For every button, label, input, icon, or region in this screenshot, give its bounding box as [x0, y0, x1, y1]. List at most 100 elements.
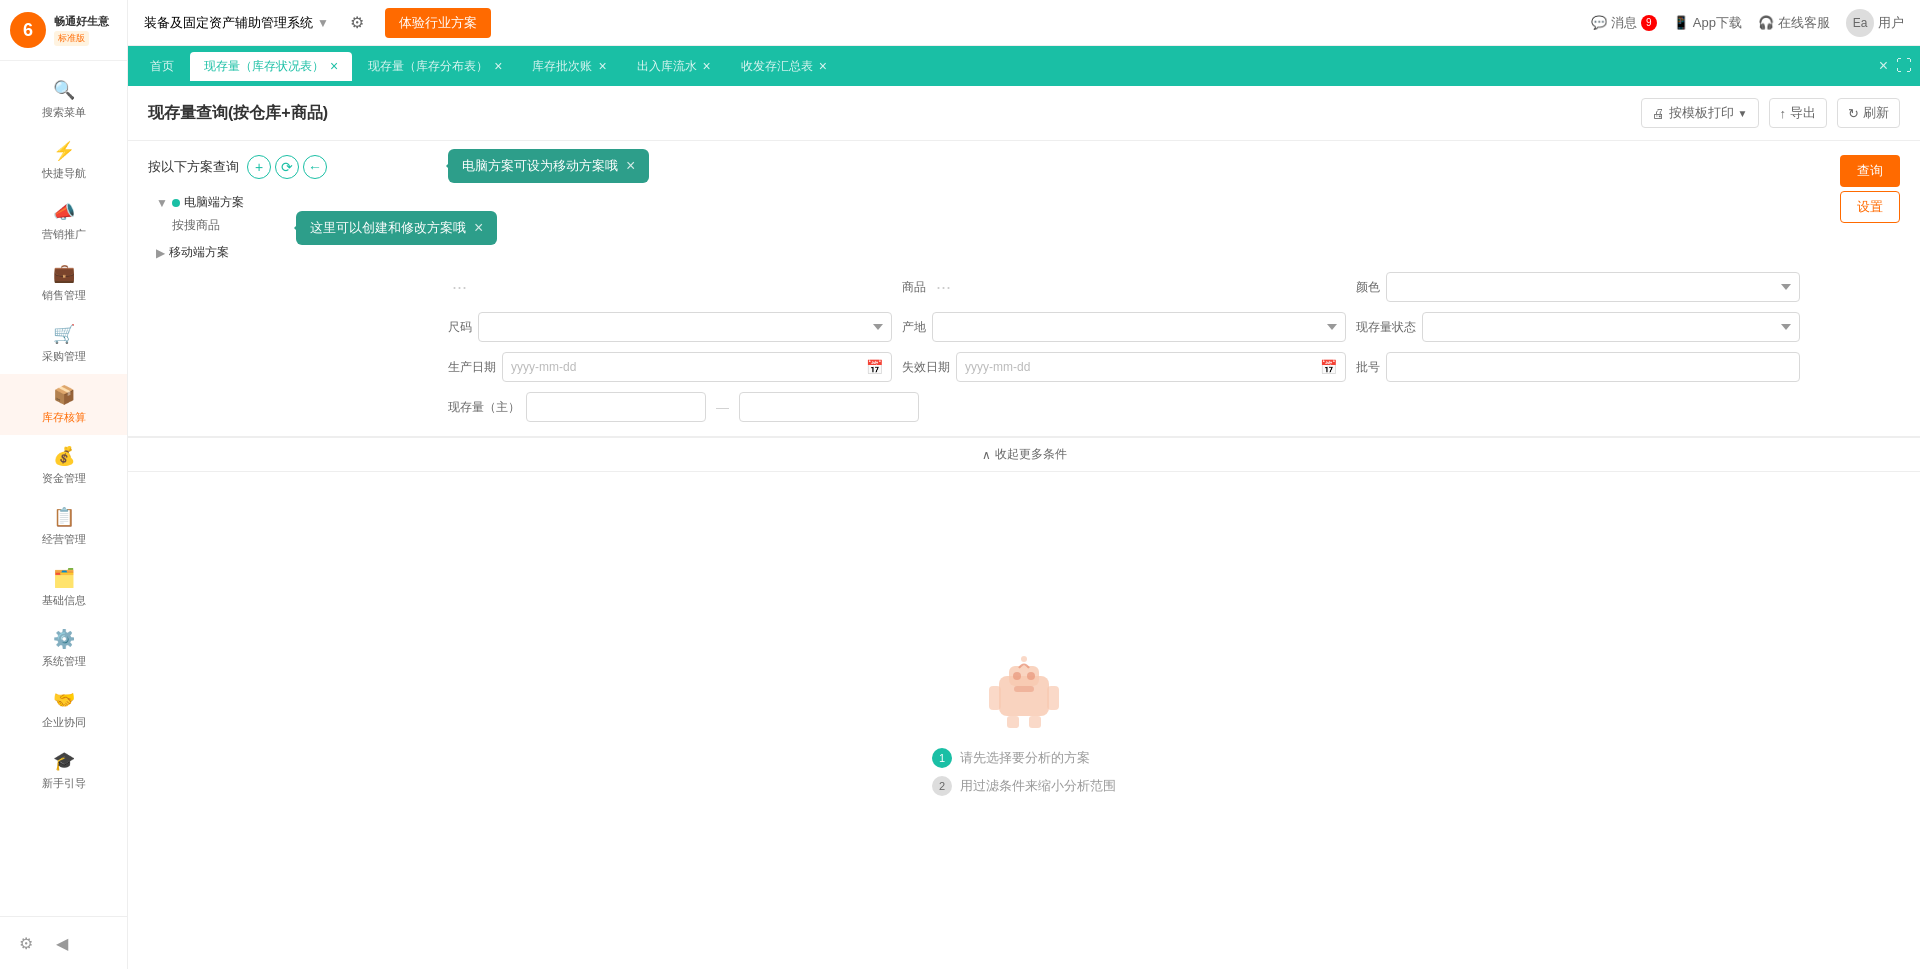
- search-button[interactable]: 查询: [1840, 155, 1900, 187]
- sidebar-collapse-btn[interactable]: ◀: [48, 929, 76, 957]
- refresh-scheme-btn[interactable]: ⟳: [275, 155, 299, 179]
- scheme-tooltip-close[interactable]: ×: [626, 157, 635, 175]
- sidebar-item-system[interactable]: ⚙️ 系统管理: [0, 618, 127, 679]
- refresh-btn[interactable]: ↻ 刷新: [1837, 98, 1900, 128]
- message-btn[interactable]: 💬 消息 9: [1591, 14, 1657, 32]
- tabbar: 首页 现存量（库存状况表） × 现存量（库存分布表） × 库存批次账 × 出入库…: [128, 46, 1920, 86]
- sidebar-item-marketing[interactable]: 📣 营销推广: [0, 191, 127, 252]
- sidebar-item-label: 营销推广: [42, 227, 86, 242]
- tab-close-all-icon[interactable]: ×: [1879, 57, 1888, 75]
- tab-close-icon[interactable]: ×: [494, 58, 502, 74]
- sidebar-item-label: 企业协同: [42, 715, 86, 730]
- topbar: 装备及固定资产辅助管理系统 ▼ ⚙ 体验行业方案 💬 消息 9 📱 App下载 …: [128, 0, 1920, 46]
- tab-home[interactable]: 首页: [136, 52, 188, 81]
- sidebar-item-company[interactable]: 🤝 企业协同: [0, 679, 127, 740]
- filter-row-4: 现存量（主） —: [448, 392, 1800, 422]
- tab-expand-icon[interactable]: ⛶: [1896, 57, 1912, 75]
- phone-icon: 📱: [1673, 15, 1689, 30]
- sidebar-item-label: 资金管理: [42, 471, 86, 486]
- app-download-btn[interactable]: 📱 App下载: [1673, 14, 1742, 32]
- sidebar-item-basic[interactable]: 🗂️ 基础信息: [0, 557, 127, 618]
- money-icon: 💰: [53, 445, 75, 467]
- setting-button[interactable]: 设置: [1840, 191, 1900, 223]
- color-select[interactable]: [1386, 272, 1800, 302]
- tab-receivesend[interactable]: 收发存汇总表 ×: [727, 52, 841, 81]
- message-label: 消息: [1611, 14, 1637, 32]
- sidebar-item-operations[interactable]: 📋 经营管理: [0, 496, 127, 557]
- user-btn[interactable]: Ea 用户: [1846, 9, 1904, 37]
- folder-icon: 🗂️: [53, 567, 75, 589]
- clipboard-icon: 📋: [53, 506, 75, 528]
- expdate-start-input[interactable]: yyyy-mm-dd 📅: [956, 352, 1346, 382]
- scheme-tooltip-text: 电脑方案可设为移动方案哦: [462, 157, 618, 175]
- filter-field-origin: 产地: [902, 312, 1346, 342]
- settings-button[interactable]: ⚙: [341, 7, 373, 39]
- system-selector[interactable]: 装备及固定资产辅助管理系统 ▼: [144, 14, 329, 32]
- scheme-tooltip: 电脑方案可设为移动方案哦 ×: [448, 149, 649, 183]
- tab-inventory-status-label: 现存量（库存状况表）: [204, 58, 324, 75]
- edit-tooltip-close[interactable]: ×: [474, 219, 483, 237]
- logo-icon: 6: [10, 12, 46, 48]
- print-btn[interactable]: 🖨 按模板打印 ▼: [1641, 98, 1759, 128]
- user-label: 用户: [1878, 14, 1904, 32]
- filter-row-3: 生产日期 yyyy-mm-dd 📅 失效日期 yyyy-mm-dd 📅: [448, 352, 1800, 382]
- tab-batch[interactable]: 库存批次账 ×: [518, 52, 620, 81]
- tab-inventory-dist[interactable]: 现存量（库存分布表） ×: [354, 52, 516, 81]
- sidebar-item-finance[interactable]: 💰 资金管理: [0, 435, 127, 496]
- tab-inout-label: 出入库流水: [637, 58, 697, 75]
- inventory-min-input[interactable]: [526, 392, 706, 422]
- handshake-icon: 🤝: [53, 689, 75, 711]
- filter-field-goods: 商品 ···: [902, 277, 1346, 298]
- inventory-max-input[interactable]: [739, 392, 919, 422]
- tree-expand-icon: ▶: [156, 246, 165, 260]
- sidebar-item-label: 基础信息: [42, 593, 86, 608]
- origin-select[interactable]: [932, 312, 1346, 342]
- status-select[interactable]: [1422, 312, 1800, 342]
- edit-tooltip-arrow: [288, 222, 300, 234]
- collapse-btn[interactable]: ∧ 收起更多条件: [982, 446, 1067, 463]
- sidebar-menu: 🔍 搜索菜单 ⚡ 快捷导航 📣 营销推广 💼 销售管理 🛒 采购管理 📦 库存核…: [0, 61, 127, 916]
- filter-row-2: 尺码 产地 现存量状态: [448, 312, 1800, 342]
- sidebar-item-label: 库存核算: [42, 410, 86, 425]
- tab-close-icon[interactable]: ×: [598, 58, 606, 74]
- experience-btn[interactable]: 体验行业方案: [385, 8, 491, 38]
- step2-num: 2: [932, 776, 952, 796]
- sidebar-item-inventory[interactable]: 📦 库存核算: [0, 374, 127, 435]
- add-scheme-btn[interactable]: +: [247, 155, 271, 179]
- sidebar-item-label: 销售管理: [42, 288, 86, 303]
- size-select[interactable]: [478, 312, 892, 342]
- warehouse-dots[interactable]: ···: [448, 277, 471, 298]
- cart-icon: 🛒: [53, 323, 75, 345]
- tab-inout[interactable]: 出入库流水 ×: [623, 52, 725, 81]
- empty-step-1: 1 请先选择要分析的方案: [932, 748, 1116, 768]
- sidebar-item-sales[interactable]: 💼 销售管理: [0, 252, 127, 313]
- headset-icon: 🎧: [1758, 15, 1774, 30]
- tab-receivesend-label: 收发存汇总表: [741, 58, 813, 75]
- sidebar-item-label: 快捷导航: [42, 166, 86, 181]
- tab-close-icon[interactable]: ×: [703, 58, 711, 74]
- print-label: 按模板打印: [1669, 104, 1734, 122]
- scheme-child-label: 按搜商品: [172, 217, 220, 234]
- sidebar-item-search[interactable]: 🔍 搜索菜单: [0, 69, 127, 130]
- sidebar-bottom: ⚙ ◀: [0, 916, 127, 969]
- filter-label: 按以下方案查询: [148, 158, 239, 176]
- filter-field-warehouse: ···: [448, 277, 892, 298]
- collapse-bar: ∧ 收起更多条件: [128, 437, 1920, 472]
- size-label: 尺码: [448, 319, 472, 336]
- sidebar-settings-btn[interactable]: ⚙: [12, 929, 40, 957]
- sidebar-item-purchase[interactable]: 🛒 采购管理: [0, 313, 127, 374]
- tab-inventory-status[interactable]: 现存量（库存状况表） ×: [190, 52, 352, 81]
- batch-label: 批号: [1356, 359, 1380, 376]
- goods-dots[interactable]: ···: [932, 277, 955, 298]
- proddate-start-input[interactable]: yyyy-mm-dd 📅: [502, 352, 892, 382]
- batch-input[interactable]: [1386, 352, 1800, 382]
- sidebar-item-newbie[interactable]: 🎓 新手引导: [0, 740, 127, 801]
- tab-close-icon[interactable]: ×: [819, 58, 827, 74]
- tab-close-icon[interactable]: ×: [330, 58, 338, 74]
- sidebar-item-quick[interactable]: ⚡ 快捷导航: [0, 130, 127, 191]
- back-scheme-btn[interactable]: ←: [303, 155, 327, 179]
- filter-field-proddate: 生产日期 yyyy-mm-dd 📅: [448, 352, 892, 382]
- page-actions: 🖨 按模板打印 ▼ ↑ 导出 ↻ 刷新: [1641, 98, 1900, 128]
- service-btn[interactable]: 🎧 在线客服: [1758, 14, 1830, 32]
- export-btn[interactable]: ↑ 导出: [1769, 98, 1828, 128]
